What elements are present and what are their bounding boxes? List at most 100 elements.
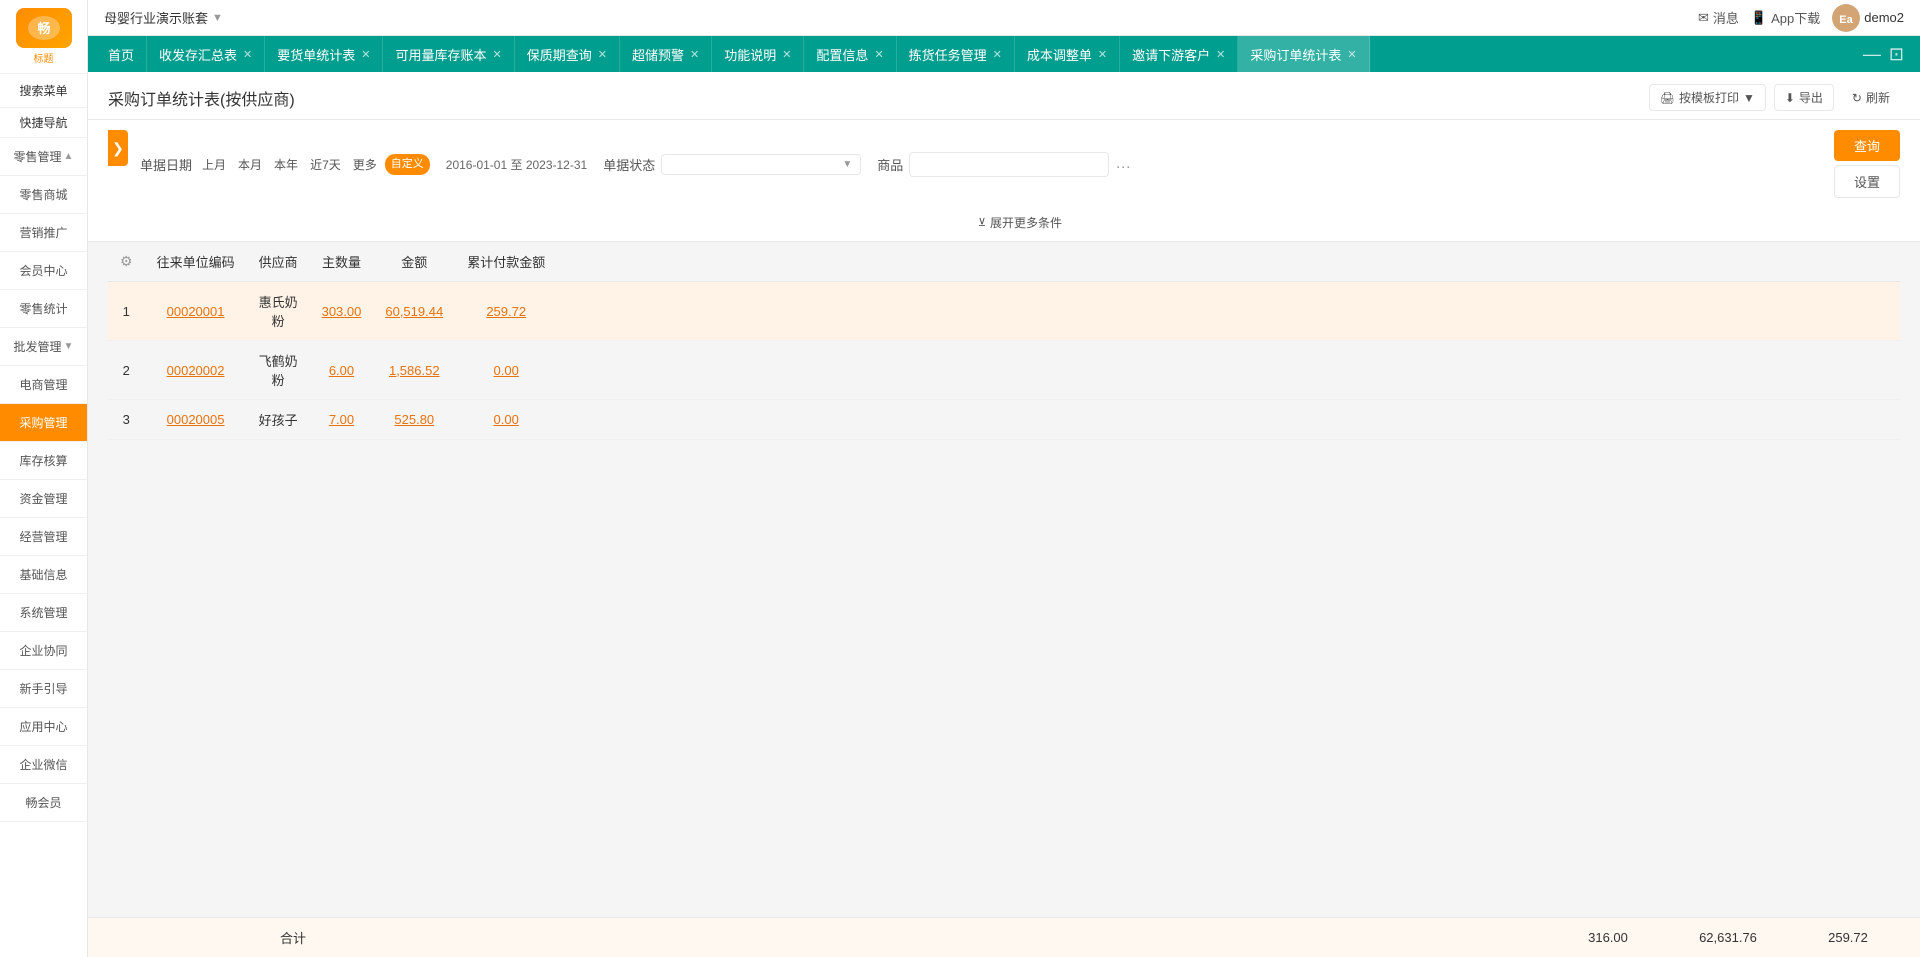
col-paid: 累计付款金额 [455,242,557,282]
sidebar-item-wholesale[interactable]: 批发管理 ▼ [0,328,87,366]
sidebar-item-purchase[interactable]: 采购管理 [0,404,87,442]
amount-link[interactable]: 1,586.52 [389,363,440,378]
tab-config[interactable]: 配置信息 ✕ [804,36,896,72]
status-filter: 单据状态 ▼ [603,154,861,175]
sidebar-item-retail-mgmt[interactable]: 零售管理 ▲ [0,138,87,176]
close-icon[interactable]: ✕ [598,48,607,61]
tab-cost-adjust[interactable]: 成本调整单 ✕ [1015,36,1120,72]
sidebar-item-quicknav[interactable]: 快捷导航 [0,108,87,138]
goods-search-input[interactable] [918,157,1100,172]
sidebar-item-system[interactable]: 系统管理 [0,594,87,632]
tab-purchase-summary[interactable]: 采购订单统计表 ✕ [1238,36,1369,72]
sidebar-item-member[interactable]: 会员中心 [0,252,87,290]
footer-values: 316.00 62,631.76 259.72 [1488,930,1908,945]
print-button[interactable]: 🖨 按模板打印 ▼ [1649,84,1766,111]
filter-collapse-button[interactable]: ❯ [108,130,128,166]
close-icon[interactable]: ✕ [993,48,1002,61]
footer-total-label: 合计 [100,928,306,947]
qty-link[interactable]: 7.00 [329,412,354,427]
sidebar-item-enterprise[interactable]: 企业协同 [0,632,87,670]
close-icon[interactable]: ✕ [690,48,699,61]
sidebar-item-basics[interactable]: 基础信息 [0,556,87,594]
qty-link[interactable]: 6.00 [329,363,354,378]
close-icon[interactable]: ✕ [782,48,791,61]
tab-receivables[interactable]: 收发存汇总表 ✕ [147,36,265,72]
export-icon: ⬇ [1785,91,1795,105]
tab-inventory-book[interactable]: 可用量库存账本 ✕ [383,36,514,72]
sidebar-item-retail-mall[interactable]: 零售商城 [0,176,87,214]
page-header-actions: 🖨 按模板打印 ▼ ⬇ 导出 ↻ 刷新 [1649,84,1900,111]
query-button[interactable]: 查询 [1834,130,1900,161]
refresh-icon: ↻ [1852,91,1862,105]
status-select[interactable]: ▼ [661,154,861,175]
close-icon[interactable]: ✕ [361,48,370,61]
paid-link[interactable]: 0.00 [494,363,519,378]
cell-amount: 60,519.44 [373,282,455,341]
tab-picking[interactable]: 拣货任务管理 ✕ [897,36,1015,72]
goods-more-icon[interactable]: … [1115,155,1131,173]
minimize-button[interactable]: — [1863,44,1881,65]
footer-paid: 259.72 [1788,930,1908,945]
sidebar-item-operations[interactable]: 经营管理 [0,518,87,556]
code-link[interactable]: 00020001 [167,304,225,319]
date-range-text: 2016-01-01 至 2023-12-31 [446,156,587,173]
tab-home[interactable]: 首页 [96,36,147,72]
date-shortcut-last-month[interactable]: 上月 [198,154,230,175]
col-amount: 金额 [373,242,455,282]
user-menu[interactable]: Ea demo2 [1832,4,1904,32]
sidebar-item-vip[interactable]: 畅会员 [0,784,87,822]
amount-link[interactable]: 60,519.44 [385,304,443,319]
sidebar-item-marketing[interactable]: 营销推广 [0,214,87,252]
close-icon[interactable]: ✕ [493,48,502,61]
date-custom-badge[interactable]: 自定义 [385,154,430,175]
sidebar-item-inventory[interactable]: 库存核算 [0,442,87,480]
sidebar-item-search[interactable]: 搜索菜单 [0,74,87,108]
nav-window-actions: — ⊡ [1855,44,1912,65]
workspace-title: 母婴行业演示账套 [104,8,208,27]
tab-purchase-order-stats[interactable]: 要货单统计表 ✕ [265,36,383,72]
sidebar-item-appcenter[interactable]: 应用中心 [0,708,87,746]
close-icon[interactable]: ✕ [243,48,252,61]
sidebar-item-retail-stats[interactable]: 零售统计 [0,290,87,328]
username-label: demo2 [1864,10,1904,25]
date-shortcut-this-month[interactable]: 本月 [234,154,266,175]
column-settings-icon[interactable]: ⚙ [120,253,133,269]
export-button[interactable]: ⬇ 导出 [1774,84,1834,111]
workspace-dropdown-icon[interactable]: ▼ [212,12,223,24]
maximize-button[interactable]: ⊡ [1889,44,1904,65]
print-dropdown-icon[interactable]: ▼ [1743,91,1755,105]
refresh-button[interactable]: ↻ 刷新 [1842,85,1900,110]
expand-more-button[interactable]: ⊻ 展开更多条件 [978,214,1062,231]
messages-button[interactable]: ✉ 消息 [1698,8,1739,27]
sidebar-item-newuser[interactable]: 新手引导 [0,670,87,708]
sidebar-item-ecommerce[interactable]: 电商管理 [0,366,87,404]
date-shortcut-this-year[interactable]: 本年 [270,154,302,175]
code-link[interactable]: 00020002 [167,363,225,378]
paid-link[interactable]: 0.00 [494,412,519,427]
sidebar-item-finance[interactable]: 资金管理 [0,480,87,518]
tab-expiry[interactable]: 保质期查询 ✕ [515,36,620,72]
code-link[interactable]: 00020005 [167,412,225,427]
close-icon[interactable]: ✕ [1347,48,1356,61]
cell-code: 00020005 [145,400,247,440]
message-icon: ✉ [1698,10,1709,26]
date-shortcut-more[interactable]: 更多 [349,154,381,175]
date-filter: 单据日期 上月 本月 本年 近7天 更多 自定义 [140,154,430,175]
paid-link[interactable]: 259.72 [486,304,526,319]
cell-index: 3 [108,400,145,440]
table-body: 1 00020001 惠氏奶粉 303.00 60,519.44 259.72 … [108,282,1900,440]
cell-supplier: 飞鹤奶粉 [247,341,310,400]
date-shortcut-7days[interactable]: 近7天 [306,154,345,175]
tab-invite-customer[interactable]: 邀请下游客户 ✕ [1120,36,1238,72]
filter-settings-button[interactable]: 设置 [1834,165,1900,198]
tab-features[interactable]: 功能说明 ✕ [712,36,804,72]
sidebar-item-wechat[interactable]: 企业微信 [0,746,87,784]
tab-overstock[interactable]: 超储预警 ✕ [620,36,712,72]
close-icon[interactable]: ✕ [1098,48,1107,61]
close-icon[interactable]: ✕ [874,48,883,61]
cell-index: 1 [108,282,145,341]
qty-link[interactable]: 303.00 [322,304,362,319]
close-icon[interactable]: ✕ [1216,48,1225,61]
app-download-button[interactable]: 📱 App下载 [1751,8,1820,27]
amount-link[interactable]: 525.80 [394,412,434,427]
